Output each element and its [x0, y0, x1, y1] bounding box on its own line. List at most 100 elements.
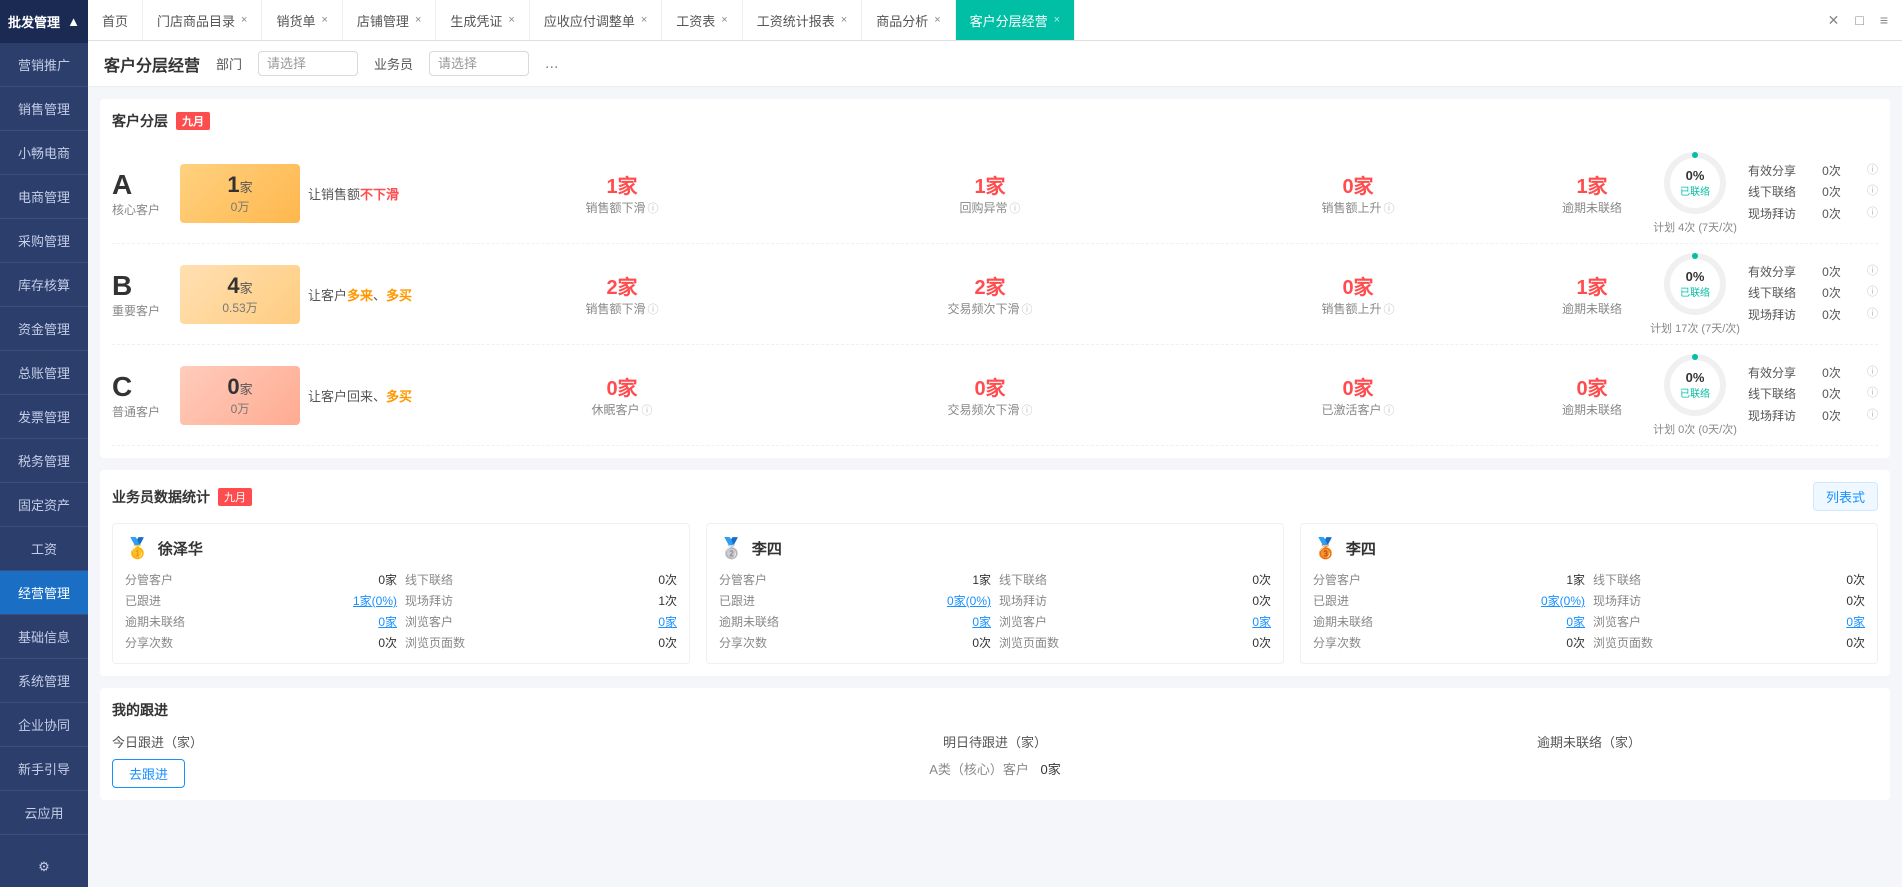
sidebar-header[interactable]: 批发管理 ▲	[0, 0, 88, 43]
dept-select[interactable]: 请选择	[258, 51, 358, 76]
tab-商品分析[interactable]: 商品分析×	[862, 0, 955, 40]
sidebar-item-资金管理[interactable]: 资金管理	[0, 307, 88, 351]
stat-box-2-C[interactable]: 0家 交易频次下滑 ⓘ	[814, 372, 1166, 418]
staff-stat-徐泽华-0: 分管客户 0家	[125, 571, 397, 588]
sidebar-item-总账管理[interactable]: 总账管理	[0, 351, 88, 395]
stat-box-1-A[interactable]: 1家 销售额下滑 ⓘ	[446, 170, 798, 216]
tab-生成凭证[interactable]: 生成凭证×	[436, 0, 529, 40]
staff-stat-徐泽华-6: 分享次数 0次	[125, 634, 397, 651]
overdue-followup: 逾期未联络（家）	[1300, 732, 1878, 788]
tab-客户分层经营[interactable]: 客户分层经营×	[956, 0, 1075, 40]
tier-stats-B: 2家 销售额下滑 ⓘ 2家 交易频次下滑 ⓘ 0家 销售额上升 ⓘ	[446, 271, 1534, 317]
staff-name: 李四	[1346, 538, 1376, 559]
tab-close-icon[interactable]: ×	[721, 14, 727, 26]
customer-section-title: 客户分层 九月	[112, 111, 1878, 131]
tomorrow-followup: 明日待跟进（家） A类（核心）客户 0家	[706, 732, 1284, 788]
list-view-button[interactable]: 列表式	[1813, 482, 1878, 511]
sidebar-item-企业协同[interactable]: 企业协同	[0, 703, 88, 747]
sidebar-item-营销推广[interactable]: 营销推广	[0, 43, 88, 87]
sidebar-item-系统管理[interactable]: 系统管理	[0, 659, 88, 703]
sidebar-item-库存核算[interactable]: 库存核算	[0, 263, 88, 307]
restore-tab-icon[interactable]: □	[1851, 10, 1867, 30]
tier-row-A: A 核心客户 1家 0万 让销售额不下滑 1家 销售额下滑 ⓘ 1家 回购异常 …	[112, 143, 1878, 244]
sales-select[interactable]: 请选择	[429, 51, 529, 76]
content-area: 客户分层经营 部门 请选择 业务员 请选择 ... 客户分层 九月 A 核心客户…	[88, 41, 1902, 887]
stat-box-2-B[interactable]: 2家 交易频次下滑 ⓘ	[814, 271, 1166, 317]
tab-销货单[interactable]: 销货单×	[262, 0, 342, 40]
tab-店铺管理[interactable]: 店铺管理×	[343, 0, 436, 40]
staff-card-李四: 🥉 李四 分管客户 1家 线下联络 0次 已跟进 0家(0%) 现场拜访 0次	[1300, 523, 1878, 664]
tab-close-icon[interactable]: ×	[1054, 14, 1060, 26]
sidebar: 批发管理 ▲ 营销推广销售管理小畅电商电商管理采购管理库存核算资金管理总账管理发…	[0, 0, 88, 887]
sidebar-item-固定资产[interactable]: 固定资产	[0, 483, 88, 527]
goto-followup-button[interactable]: 去跟进	[112, 759, 185, 788]
staff-month-badge: 九月	[218, 488, 252, 506]
tier-count-C[interactable]: 0家 0万	[180, 366, 300, 425]
dept-label: 部门	[216, 54, 242, 73]
tomorrow-title: 明日待跟进（家）	[706, 732, 1284, 751]
stat-box-1-B[interactable]: 2家 销售额下滑 ⓘ	[446, 271, 798, 317]
more-filters-icon[interactable]: ...	[545, 55, 558, 73]
stat-box-3-B[interactable]: 0家 销售额上升 ⓘ	[1182, 271, 1534, 317]
tab-门店商品目录[interactable]: 门店商品目录×	[143, 0, 262, 40]
sidebar-item-经营管理[interactable]: 经营管理	[0, 571, 88, 615]
sidebar-item-发票管理[interactable]: 发票管理	[0, 395, 88, 439]
staff-stat-徐泽华-3: 现场拜访 1次	[405, 592, 677, 609]
tab-close-icon[interactable]: ×	[508, 14, 514, 26]
staff-section: 业务员数据统计 九月 列表式 🥇 徐泽华 分管客户 0家 线下联络 0次	[100, 470, 1890, 676]
staff-stat-李四-3: 现场拜访 0次	[1593, 592, 1865, 609]
main-area: 首页门店商品目录×销货单×店铺管理×生成凭证×应收应付调整单×工资表×工资统计报…	[88, 0, 1902, 887]
tab-close-icon[interactable]: ×	[641, 14, 647, 26]
tab-bar: 首页门店商品目录×销货单×店铺管理×生成凭证×应收应付调整单×工资表×工资统计报…	[88, 0, 1902, 41]
staff-name-row: 🥈 李四	[719, 536, 1271, 561]
sidebar-item-新手引导[interactable]: 新手引导	[0, 747, 88, 791]
sidebar-expand-icon[interactable]: ▲	[67, 14, 80, 29]
tab-应收应付调整单[interactable]: 应收应付调整单×	[530, 0, 662, 40]
month-badge: 九月	[176, 112, 210, 130]
staff-stat-李四-2: 已跟进 0家(0%)	[1313, 592, 1585, 609]
staff-stat-李四-2: 已跟进 0家(0%)	[719, 592, 991, 609]
sidebar-item-销售管理[interactable]: 销售管理	[0, 87, 88, 131]
more-tabs-icon[interactable]: ≡	[1876, 10, 1892, 30]
staff-stat-徐泽华-5: 浏览客户 0家	[405, 613, 677, 630]
tier-circle-B: 0% 已联络 计划 17次 (7天/次)	[1650, 252, 1740, 336]
staff-stat-李四-1: 线下联络 0次	[999, 571, 1271, 588]
close-tab-icon[interactable]: ✕	[1824, 10, 1844, 31]
tier-count-A[interactable]: 1家 0万	[180, 164, 300, 223]
sidebar-item-基础信息[interactable]: 基础信息	[0, 615, 88, 659]
settings-icon: ⚙	[38, 859, 50, 874]
staff-stat-李四-3: 现场拜访 0次	[999, 592, 1271, 609]
sidebar-item-采购管理[interactable]: 采购管理	[0, 219, 88, 263]
tab-close-icon[interactable]: ×	[321, 14, 327, 26]
tab-close-icon[interactable]: ×	[934, 14, 940, 26]
sidebar-item-工资[interactable]: 工资	[0, 527, 88, 571]
staff-card-徐泽华: 🥇 徐泽华 分管客户 0家 线下联络 0次 已跟进 1家(0%) 现场拜访 1	[112, 523, 690, 664]
sidebar-item-税务管理[interactable]: 税务管理	[0, 439, 88, 483]
tab-close-icon[interactable]: ×	[241, 14, 247, 26]
sidebar-settings[interactable]: ⚙	[0, 847, 88, 887]
staff-name: 徐泽华	[158, 538, 203, 559]
tab-工资统计报表[interactable]: 工资统计报表×	[743, 0, 862, 40]
tab-首页[interactable]: 首页	[88, 0, 143, 40]
staff-stat-李四-5: 浏览客户 0家	[1593, 613, 1865, 630]
staff-card-李四: 🥈 李四 分管客户 1家 线下联络 0次 已跟进 0家(0%) 现场拜访 0次	[706, 523, 1284, 664]
tab-close-icon[interactable]: ×	[841, 14, 847, 26]
stat-box-1-C[interactable]: 0家 休眠客户 ⓘ	[446, 372, 798, 418]
tier-count-B[interactable]: 4家 0.53万	[180, 265, 300, 324]
tier-row-B: B 重要客户 4家 0.53万 让客户多来、多买 2家 销售额下滑 ⓘ 2家 交…	[112, 244, 1878, 345]
tier-label-B: B 重要客户	[112, 270, 172, 319]
stat-box-3-C[interactable]: 0家 已激活客户 ⓘ	[1182, 372, 1534, 418]
stat-box-3-A[interactable]: 0家 销售额上升 ⓘ	[1182, 170, 1534, 216]
sidebar-item-小畅电商[interactable]: 小畅电商	[0, 131, 88, 175]
sidebar-item-电商管理[interactable]: 电商管理	[0, 175, 88, 219]
tab-close-icon[interactable]: ×	[415, 14, 421, 26]
followup-grid: 今日跟进（家） 去跟进 明日待跟进（家） A类（核心）客户 0家 逾期未联络（家…	[112, 732, 1878, 788]
tab-工资表[interactable]: 工资表×	[662, 0, 742, 40]
sidebar-item-云应用[interactable]: 云应用	[0, 791, 88, 835]
page-title: 客户分层经营	[104, 52, 200, 76]
stat-box-2-A[interactable]: 1家 回购异常 ⓘ	[814, 170, 1166, 216]
followup-section: 我的跟进 今日跟进（家） 去跟进 明日待跟进（家） A类（核心）客户 0家	[100, 688, 1890, 800]
tier-label-A: A 核心客户	[112, 169, 172, 218]
staff-stat-徐泽华-1: 线下联络 0次	[405, 571, 677, 588]
staff-stat-李四-6: 分享次数 0次	[1313, 634, 1585, 651]
